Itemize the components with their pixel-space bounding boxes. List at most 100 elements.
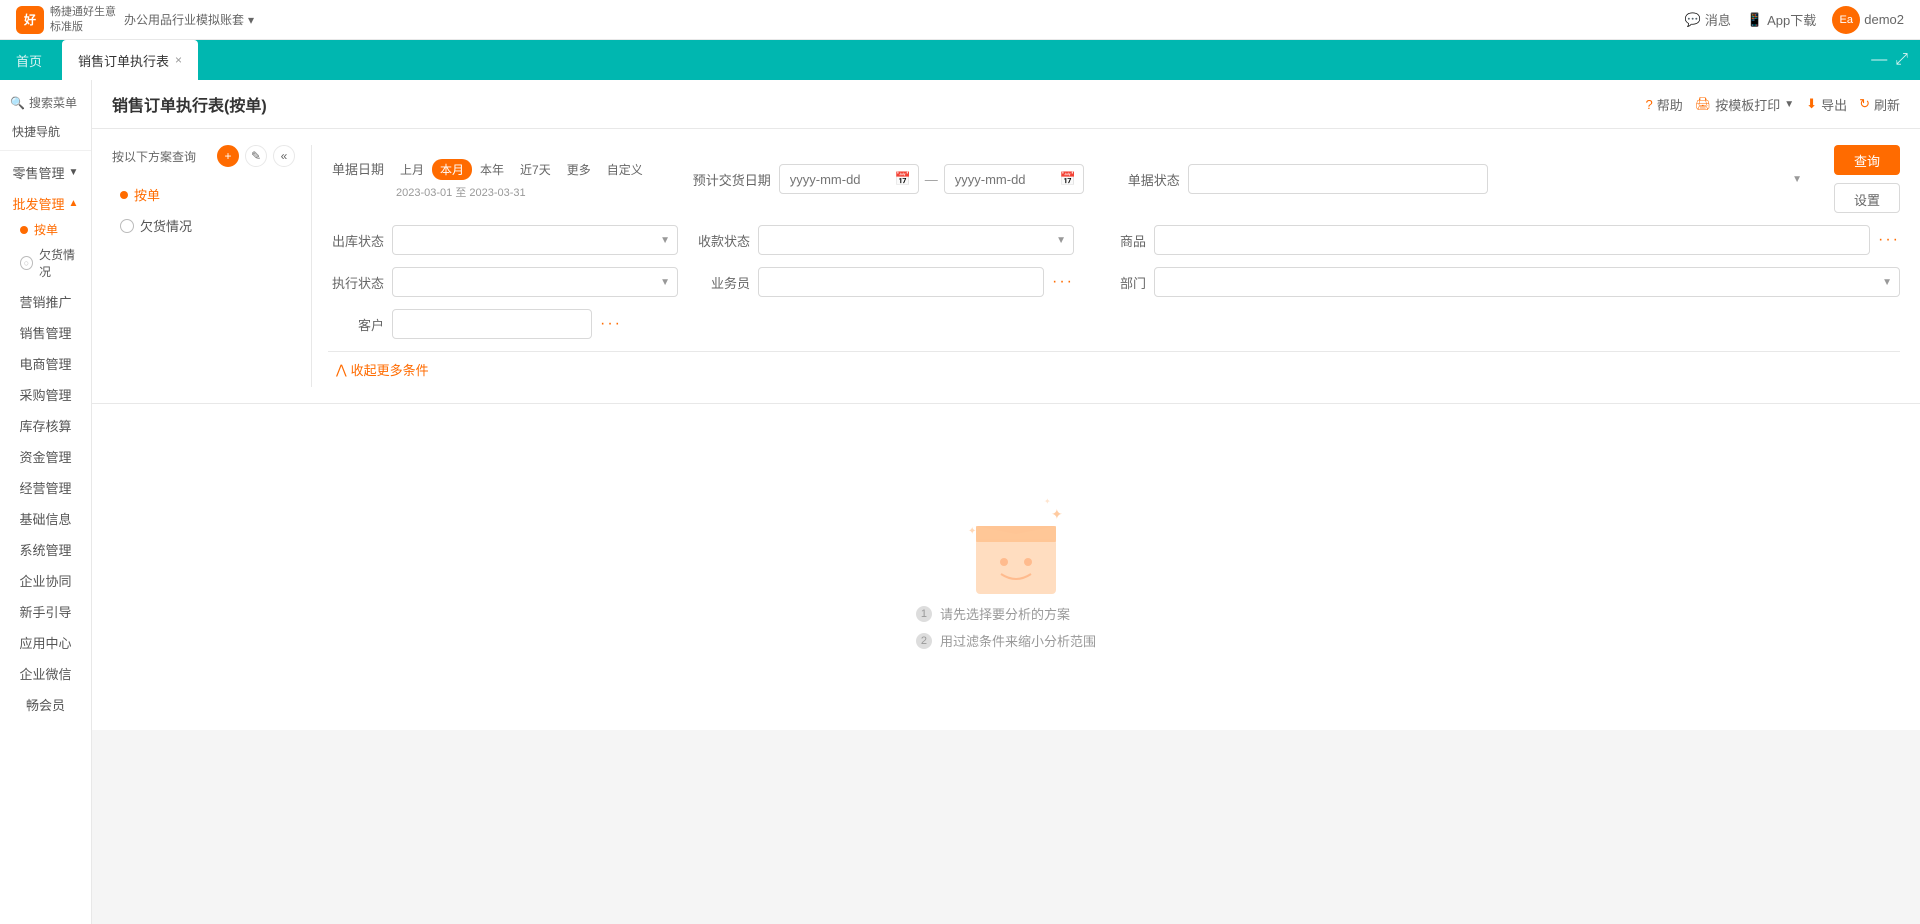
- page-title: 销售订单执行表(按单): [112, 92, 267, 128]
- sidebar-item-sales[interactable]: 销售管理: [0, 315, 91, 346]
- date-tab-custom[interactable]: 自定义: [599, 159, 651, 180]
- filter-department: 部门 ▼: [1090, 267, 1900, 297]
- sidebar-item-inventory[interactable]: 库存核算: [0, 408, 91, 439]
- tab-sales-order[interactable]: 销售订单执行表 ×: [62, 40, 198, 80]
- top-bar-right: 💬 消息 📱 App下载 Ea demo2: [1685, 6, 1904, 34]
- date-tab-last-month[interactable]: 上月: [392, 159, 432, 180]
- sidebar-item-enterprise[interactable]: 企业协同: [0, 563, 91, 594]
- tab-home[interactable]: 首页: [0, 40, 58, 80]
- print-button[interactable]: 🖨 按模板打印 ▼: [1695, 95, 1794, 114]
- scheme-item-anpai[interactable]: 按单: [112, 179, 295, 210]
- scheme-add-button[interactable]: +: [217, 145, 239, 167]
- sidebar-sub-anpai[interactable]: 按单: [12, 217, 91, 242]
- settings-button[interactable]: 设置: [1834, 183, 1900, 213]
- date-tabs: 上月 本月 本年 近7天 更多 自定义: [392, 159, 651, 180]
- goods-dots-button[interactable]: ···: [1878, 231, 1900, 249]
- scheme-collapse-button[interactable]: «: [273, 145, 295, 167]
- avatar: Ea: [1832, 6, 1860, 34]
- sidebar-item-ecommerce[interactable]: 电商管理: [0, 346, 91, 377]
- sidebar-item-finance[interactable]: 资金管理: [0, 439, 91, 470]
- search-button[interactable]: 查询: [1834, 145, 1900, 175]
- chevron-down-icon: ▼: [69, 167, 79, 178]
- sidebar-item-wholesale[interactable]: 批发管理 ▲: [0, 186, 91, 217]
- svg-text:✦: ✦: [968, 526, 976, 537]
- scheme-header: 按以下方案查询 + ✎ «: [112, 145, 295, 167]
- help-button[interactable]: ? 帮助: [1645, 95, 1682, 114]
- collapse-more-button[interactable]: ⋀ 收起更多条件: [336, 360, 429, 379]
- refresh-button[interactable]: ↻ 刷新: [1859, 95, 1900, 114]
- exec-status-select-wrap: ▼: [392, 267, 678, 297]
- filter-row-4: 客户 ···: [328, 309, 1900, 339]
- scheme-panel: 按以下方案查询 + ✎ « 按单 欠货情况: [112, 145, 312, 387]
- filter-row-2: 出库状态 ▼ 收款状态: [328, 225, 1900, 255]
- scheme-item-qiankuan[interactable]: 欠货情况: [112, 210, 295, 241]
- date-start-input[interactable]: [779, 164, 919, 194]
- sidebar-item-system[interactable]: 系统管理: [0, 532, 91, 563]
- sidebar-item-basic[interactable]: 基础信息: [0, 501, 91, 532]
- logo-text: 畅捷通好生意 标准版: [50, 5, 116, 34]
- date-tab-7days[interactable]: 近7天: [512, 159, 559, 180]
- status-select[interactable]: [1188, 164, 1488, 194]
- sidebar-item-wechat[interactable]: 企业微信: [0, 656, 91, 687]
- tab-maximize-icon[interactable]: ⤢: [1895, 51, 1908, 69]
- date-tab-this-month[interactable]: 本月: [432, 159, 472, 180]
- date-tab-this-year[interactable]: 本年: [472, 159, 512, 180]
- status-chevron-icon: ▼: [1792, 174, 1802, 185]
- user-area[interactable]: Ea demo2: [1832, 6, 1904, 34]
- sales-person-input[interactable]: [758, 267, 1044, 297]
- sidebar-item-operation[interactable]: 经营管理: [0, 470, 91, 501]
- sidebar-item-newbie[interactable]: 新手引导: [0, 594, 91, 625]
- date-range: 📅 — 📅: [779, 164, 1084, 194]
- refresh-icon: ↻: [1859, 96, 1870, 112]
- sidebar-item-retail[interactable]: 零售管理 ▼: [0, 155, 91, 186]
- date-end-wrap: 📅: [944, 164, 1084, 194]
- page-header: 销售订单执行表(按单) ? 帮助 🖨 按模板打印 ▼ ⬇ 导出 ↻ 刷新: [92, 80, 1920, 129]
- empty-tip-1: 1 请先选择要分析的方案: [916, 604, 1096, 623]
- status-select-wrap: ▼: [1188, 164, 1810, 194]
- filter-row-3: 执行状态 ▼ 业务员 ···: [328, 267, 1900, 297]
- main-layout: 🔍 搜索菜单 快捷导航 零售管理 ▼ 批发管理 ▲ 按单 ○: [0, 80, 1920, 924]
- sidebar-item-quick-nav[interactable]: 快捷导航: [0, 117, 91, 146]
- print-arrow-icon: ▼: [1784, 99, 1794, 110]
- sidebar-item-marketing[interactable]: 营销推广: [0, 284, 91, 315]
- sidebar-search[interactable]: 🔍 搜索菜单: [0, 88, 91, 117]
- dept-select-wrap: ▼: [1154, 267, 1900, 297]
- date-tab-more[interactable]: 更多: [559, 159, 599, 180]
- message-icon: 💬: [1685, 12, 1701, 28]
- tab-close-icon[interactable]: ×: [175, 53, 182, 67]
- empty-illustration: ✦ ✦ ✦: [956, 484, 1056, 584]
- print-icon: 🖨: [1695, 96, 1712, 112]
- filter-sales-person: 业务员 ···: [694, 267, 1074, 297]
- export-button[interactable]: ⬇ 导出: [1806, 95, 1847, 114]
- sidebar-item-purchase[interactable]: 采购管理: [0, 377, 91, 408]
- logo-area: 好 畅捷通好生意 标准版: [16, 5, 116, 34]
- download-icon: 📱: [1747, 12, 1763, 28]
- sidebar-item-appstore[interactable]: 应用中心: [0, 625, 91, 656]
- scheme-actions: + ✎ «: [217, 145, 295, 167]
- customer-input[interactable]: [392, 309, 592, 339]
- collapse-filters: ⋀ 收起更多条件: [328, 351, 1900, 387]
- dept-select[interactable]: [1154, 267, 1900, 297]
- scheme-edit-button[interactable]: ✎: [245, 145, 267, 167]
- top-bar: 好 畅捷通好生意 标准版 办公用品行业模拟账套 ▾ 💬 消息 📱 App下载 E…: [0, 0, 1920, 40]
- date-end-input[interactable]: [944, 164, 1084, 194]
- filter-row-1: 单据日期 上月 本月 本年 近7天 更多 自定义 2023-03-01 至 20…: [328, 145, 1900, 213]
- out-status-select[interactable]: [392, 225, 678, 255]
- payment-select[interactable]: [758, 225, 1074, 255]
- customer-dots-button[interactable]: ···: [600, 315, 622, 333]
- filter-fields: 单据日期 上月 本月 本年 近7天 更多 自定义 2023-03-01 至 20…: [328, 145, 1900, 387]
- exec-status-select[interactable]: [392, 267, 678, 297]
- breadcrumb[interactable]: 办公用品行业模拟账套 ▾: [124, 11, 254, 28]
- content-area: 销售订单执行表(按单) ? 帮助 🖨 按模板打印 ▼ ⬇ 导出 ↻ 刷新: [92, 80, 1920, 924]
- sales-dots-button[interactable]: ···: [1052, 273, 1074, 291]
- breadcrumb-arrow-icon: ▾: [248, 13, 254, 27]
- goods-input[interactable]: [1154, 225, 1870, 255]
- filter-payment-status: 收款状态 ▼: [694, 225, 1074, 255]
- tab-minimize-icon[interactable]: —: [1871, 51, 1887, 69]
- sidebar-item-member[interactable]: 畅会员: [0, 687, 91, 718]
- message-button[interactable]: 💬 消息: [1685, 10, 1731, 29]
- filter-expected-date: 预计交货日期 📅 — 📅: [691, 164, 1084, 194]
- sidebar-sub-qiankuan[interactable]: ○ 欠货情况: [12, 242, 91, 284]
- tab-bar: 首页 销售订单执行表 × — ⤢: [0, 40, 1920, 80]
- app-download-button[interactable]: 📱 App下载: [1747, 10, 1816, 29]
